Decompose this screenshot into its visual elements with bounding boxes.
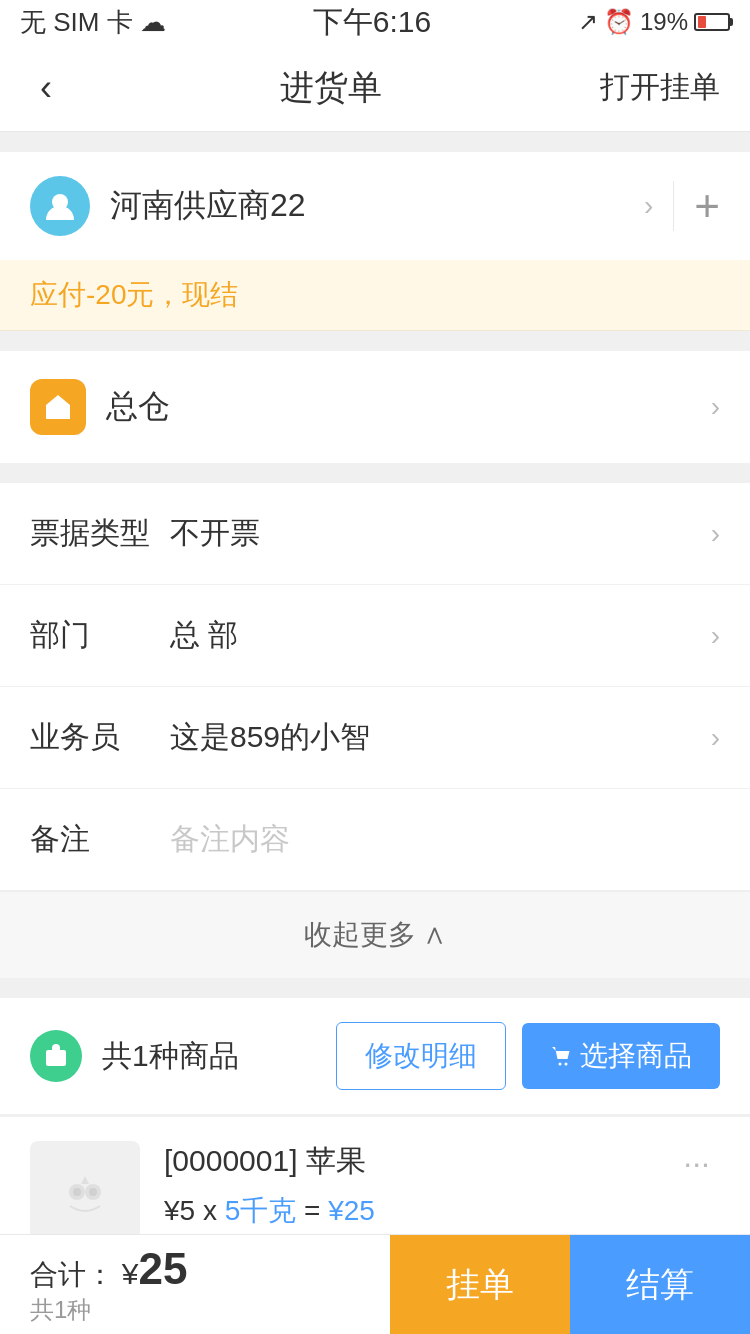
footer-total-label: 合计：	[30, 1259, 114, 1290]
invoice-type-row[interactable]: 票据类型 不开票 ›	[0, 483, 750, 585]
gap-1	[0, 132, 750, 152]
product-menu-button[interactable]: ···	[673, 1141, 720, 1186]
footer-total-row: 合计： ¥25	[30, 1244, 360, 1294]
supplier-avatar	[30, 176, 90, 236]
supplier-alert-banner: 应付-20元，现结	[0, 260, 750, 331]
product-unit-price: ¥5	[164, 1195, 195, 1226]
svg-rect-2	[46, 1050, 66, 1066]
product-price: ¥5 x 5千克 = ¥25	[164, 1192, 673, 1230]
status-time: 下午6:16	[313, 2, 431, 43]
page-title: 进货单	[280, 65, 382, 111]
svg-point-8	[89, 1188, 97, 1196]
salesperson-value: 这是859的小智	[170, 717, 711, 758]
department-chevron-icon: ›	[711, 620, 720, 652]
gap-2	[0, 331, 750, 351]
select-products-label: 选择商品	[580, 1037, 692, 1075]
product-total: ¥25	[328, 1195, 375, 1226]
warehouse-section: 总仓 ›	[0, 351, 750, 463]
product-quantity: 5千克	[225, 1195, 297, 1226]
products-header: 共1种商品 修改明细 选择商品	[0, 998, 750, 1114]
footer-total: 合计： ¥25 共1种	[0, 1244, 390, 1326]
department-label: 部门	[30, 615, 170, 656]
chevron-right-icon: ›	[644, 190, 653, 222]
product-code: [0000001]	[164, 1144, 297, 1177]
footer-total-amount: 25	[138, 1244, 187, 1293]
footer-currency-prefix: ¥	[122, 1257, 139, 1290]
warehouse-icon	[30, 379, 86, 435]
svg-point-4	[565, 1063, 568, 1066]
edit-details-button[interactable]: 修改明细	[336, 1022, 506, 1090]
product-info: [0000001] 苹果 ¥5 x 5千克 = ¥25	[164, 1141, 673, 1230]
sim-status: 无 SIM 卡 ☁	[20, 5, 166, 40]
supplier-section: 河南供应商22 › + 应付-20元，现结	[0, 152, 750, 331]
svg-point-3	[559, 1063, 562, 1066]
status-left: 无 SIM 卡 ☁	[20, 5, 166, 40]
location-icon: ↗	[578, 8, 598, 36]
open-pending-button[interactable]: 打开挂单	[600, 67, 720, 108]
settle-button[interactable]: 结算	[570, 1235, 750, 1335]
battery-icon	[694, 13, 730, 31]
invoice-chevron-icon: ›	[711, 518, 720, 550]
product-multiply: x	[203, 1195, 225, 1226]
department-value: 总 部	[170, 615, 711, 656]
remark-label: 备注	[30, 819, 170, 860]
footer: 合计： ¥25 共1种 挂单 结算	[0, 1234, 750, 1334]
supplier-name: 河南供应商22	[110, 184, 644, 228]
add-button[interactable]: +	[673, 181, 720, 231]
svg-point-7	[73, 1188, 81, 1196]
department-row[interactable]: 部门 总 部 ›	[0, 585, 750, 687]
salesperson-row[interactable]: 业务员 这是859的小智 ›	[0, 687, 750, 789]
invoice-type-label: 票据类型	[30, 513, 170, 554]
remark-input[interactable]: 备注内容	[170, 819, 720, 860]
gap-3	[0, 463, 750, 483]
invoice-type-value: 不开票	[170, 513, 711, 554]
salesperson-label: 业务员	[30, 717, 170, 758]
battery-percent: 19%	[640, 8, 688, 36]
svg-marker-9	[81, 1176, 89, 1184]
warehouse-name: 总仓	[106, 385, 711, 429]
products-icon	[30, 1030, 82, 1082]
nav-bar: ‹ 进货单 打开挂单	[0, 44, 750, 132]
product-title: 苹果	[306, 1144, 366, 1177]
product-name: [0000001] 苹果	[164, 1141, 673, 1182]
status-right: ↗ ⏰ 19%	[578, 8, 730, 36]
form-section: 票据类型 不开票 › 部门 总 部 › 业务员 这是859的小智 › 备注 备注…	[0, 483, 750, 978]
svg-rect-1	[53, 409, 63, 419]
warehouse-row[interactable]: 总仓 ›	[0, 351, 750, 463]
collapse-button[interactable]: 收起更多 ∧	[0, 891, 750, 978]
alarm-icon: ⏰	[604, 8, 634, 36]
product-equals: =	[304, 1195, 328, 1226]
select-products-button[interactable]: 选择商品	[522, 1023, 720, 1089]
footer-count: 共1种	[30, 1294, 360, 1326]
cart-icon	[550, 1045, 572, 1067]
supplier-row[interactable]: 河南供应商22 › +	[0, 152, 750, 260]
warehouse-chevron-icon: ›	[711, 391, 720, 423]
pending-button[interactable]: 挂单	[390, 1235, 570, 1335]
remark-row[interactable]: 备注 备注内容	[0, 789, 750, 891]
salesperson-chevron-icon: ›	[711, 722, 720, 754]
back-button[interactable]: ‹	[30, 57, 62, 119]
product-count-text: 共1种商品	[102, 1036, 336, 1077]
status-bar: 无 SIM 卡 ☁ 下午6:16 ↗ ⏰ 19%	[0, 0, 750, 44]
